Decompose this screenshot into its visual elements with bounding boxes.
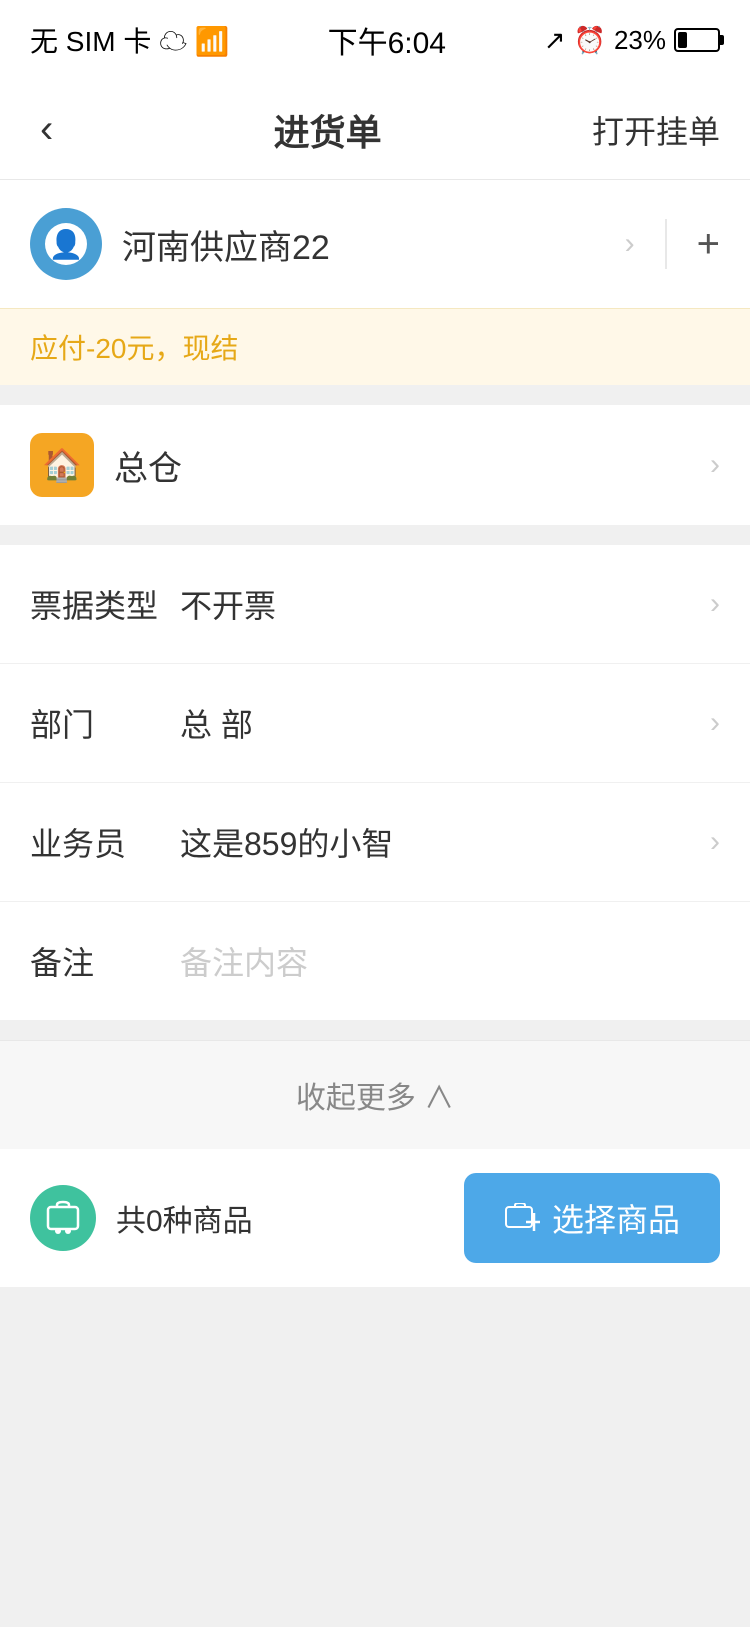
page-title: 进货单 [274,104,382,156]
battery-icon [674,28,720,52]
select-product-label: 选择商品 [552,1195,680,1241]
remarks-row[interactable]: 备注 备注内容 [0,902,750,1020]
invoice-type-label: 票据类型 [30,581,160,627]
salesperson-label: 业务员 [30,819,160,865]
gray-area [0,1287,750,1627]
content: 👤 河南供应商22 › + 应付-20元，现结 🏠 总仓 › 票据类型 不开票 … [0,180,750,1627]
select-product-button[interactable]: 选择商品 [464,1173,720,1263]
status-right: ↗ ⏰ 23% [544,25,720,56]
collapse-bar[interactable]: 收起更多 ∧ [0,1040,750,1149]
back-button[interactable]: ‹ [30,97,63,162]
remarks-input[interactable]: 备注内容 [160,938,720,984]
invoice-type-chevron-icon: › [710,587,720,621]
warehouse-icon: 🏠 [30,433,94,497]
warehouse-chevron-icon: › [710,448,720,482]
remarks-label: 备注 [30,938,160,984]
nav-bar: ‹ 进货单 打开挂单 [0,80,750,180]
alarm-icon: ⏰ [574,25,606,56]
department-label: 部门 [30,700,160,746]
product-count: 共0种商品 [116,1196,464,1240]
avatar-person-icon: 👤 [49,228,84,261]
bottom-bar: 共0种商品 选择商品 [0,1149,750,1287]
department-row[interactable]: 部门 总 部 › [0,664,750,783]
select-product-icon [504,1203,540,1233]
invoice-type-row[interactable]: 票据类型 不开票 › [0,545,750,664]
supplier-row[interactable]: 👤 河南供应商22 › + [0,180,750,308]
product-icon [30,1185,96,1251]
salesperson-value: 这是859的小智 [160,819,700,865]
battery-percent: 23% [614,25,666,56]
add-supplier-button[interactable]: + [697,222,720,267]
warehouse-name: 总仓 [114,441,710,490]
status-time: 下午6:04 [328,18,446,62]
warehouse-row[interactable]: 🏠 总仓 › [0,405,750,525]
location-icon: ↗ [544,25,566,56]
salesperson-chevron-icon: › [710,825,720,859]
cart-icon [44,1199,82,1237]
notice-bar: 应付-20元，现结 [0,308,750,385]
warehouse-building-icon: 🏠 [42,446,82,484]
department-chevron-icon: › [710,706,720,740]
supplier-name: 河南供应商22 [122,220,625,269]
salesperson-row[interactable]: 业务员 这是859的小智 › [0,783,750,902]
supplier-avatar: 👤 [30,208,102,280]
status-bar: 无 SIM 卡 ☁ 📶 下午6:04 ↗ ⏰ 23% [0,0,750,80]
supplier-chevron-icon: › [625,227,635,261]
status-left: 无 SIM 卡 ☁ 📶 [30,20,230,60]
supplier-divider [665,219,667,269]
notice-text: 应付-20元，现结 [30,333,238,364]
invoice-type-value: 不开票 [160,581,700,627]
form-section: 票据类型 不开票 › 部门 总 部 › 业务员 这是859的小智 › 备注 备注… [0,545,750,1020]
supplier-section: 👤 河南供应商22 › + 应付-20元，现结 [0,180,750,385]
department-value: 总 部 [160,700,700,746]
collapse-label: 收起更多 ∧ [296,1082,454,1115]
open-pending-button[interactable]: 打开挂单 [592,107,720,153]
warehouse-section: 🏠 总仓 › [0,405,750,525]
